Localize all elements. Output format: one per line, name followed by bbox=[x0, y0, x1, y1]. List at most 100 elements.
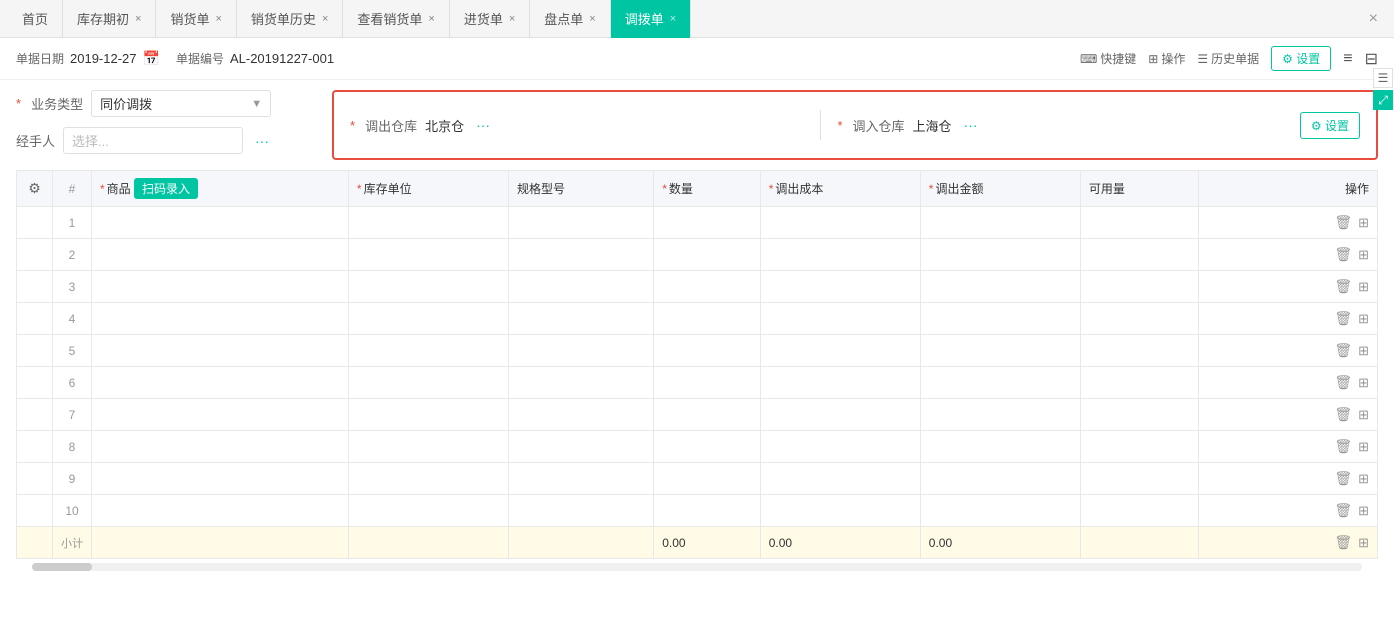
row-qty-cell[interactable] bbox=[654, 431, 761, 463]
row-product-cell[interactable] bbox=[92, 271, 349, 303]
row-product-cell[interactable] bbox=[92, 335, 349, 367]
row-qty-cell[interactable] bbox=[654, 207, 761, 239]
row-copy-icon[interactable]: ⊞ bbox=[1358, 503, 1369, 519]
row-copy-icon[interactable]: ⊞ bbox=[1358, 375, 1369, 391]
row-spec-cell bbox=[509, 399, 654, 431]
biz-type-select[interactable]: 同价调拨 ▼ bbox=[91, 90, 271, 117]
row-copy-icon[interactable]: ⊞ bbox=[1358, 279, 1369, 295]
subtotal-del-icon[interactable]: 🗑 bbox=[1334, 534, 1352, 551]
row-cost-cell bbox=[760, 335, 920, 367]
row-product-cell[interactable] bbox=[92, 239, 349, 271]
table-row: 1 🗑 ⊞ bbox=[17, 207, 1378, 239]
sidebar-expand-icon[interactable]: ⤢ bbox=[1373, 90, 1393, 110]
row-amount-cell bbox=[920, 239, 1080, 271]
tab-view-sales[interactable]: 查看销货单 × bbox=[343, 0, 449, 38]
operations-btn[interactable]: ⊞ 操作 bbox=[1148, 50, 1185, 67]
row-qty-cell[interactable] bbox=[654, 367, 761, 399]
table-gear-icon[interactable]: ⚙ bbox=[28, 180, 41, 196]
row-qty-cell[interactable] bbox=[654, 271, 761, 303]
scroll-bar[interactable] bbox=[32, 563, 1362, 571]
tab-purchase[interactable]: 进货单 × bbox=[450, 0, 530, 38]
row-product-cell[interactable] bbox=[92, 207, 349, 239]
tab-stocktake[interactable]: 盘点单 × bbox=[530, 0, 610, 38]
in-wh-more-btn[interactable]: ··· bbox=[964, 117, 978, 133]
tab-close-view-sales[interactable]: × bbox=[428, 13, 434, 25]
row-available-cell bbox=[1080, 399, 1198, 431]
row-copy-icon[interactable]: ⊞ bbox=[1358, 407, 1369, 423]
row-product-cell[interactable] bbox=[92, 463, 349, 495]
row-qty-cell[interactable] bbox=[654, 303, 761, 335]
out-warehouse-group: * 调出仓库 北京仓 ··· bbox=[350, 116, 804, 135]
tab-sales-order[interactable]: 销货单 × bbox=[156, 0, 236, 38]
row-del-icon[interactable]: 🗑 bbox=[1334, 310, 1352, 327]
col-gear[interactable]: ⚙ bbox=[17, 171, 53, 207]
row-num-cell: 2 bbox=[53, 239, 92, 271]
gear-settings-button[interactable]: ⚙ 设置 bbox=[1300, 112, 1360, 139]
settings-button[interactable]: ⚙ 设置 bbox=[1271, 46, 1331, 71]
shortcuts-btn[interactable]: ⌨ 快捷键 bbox=[1080, 50, 1136, 67]
table-row: 2 🗑 ⊞ bbox=[17, 239, 1378, 271]
row-gear-cell bbox=[17, 367, 53, 399]
tab-sales-history[interactable]: 销货单历史 × bbox=[237, 0, 343, 38]
out-wh-required: * bbox=[350, 118, 355, 133]
row-product-cell[interactable] bbox=[92, 303, 349, 335]
handler-more-btn[interactable]: ··· bbox=[255, 133, 269, 149]
row-ops-cell: 🗑 ⊞ bbox=[1199, 399, 1378, 431]
tab-home[interactable]: 首页 bbox=[8, 0, 63, 38]
subtotal-unit-cell bbox=[348, 527, 508, 559]
row-del-icon[interactable]: 🗑 bbox=[1334, 214, 1352, 231]
row-product-cell[interactable] bbox=[92, 399, 349, 431]
row-gear-cell bbox=[17, 431, 53, 463]
row-del-icon[interactable]: 🗑 bbox=[1334, 342, 1352, 359]
calendar-icon[interactable]: 📅 bbox=[143, 50, 160, 67]
tab-close-stocktake[interactable]: × bbox=[589, 13, 595, 25]
row-ops-cell: 🗑 ⊞ bbox=[1199, 495, 1378, 527]
row-product-cell[interactable] bbox=[92, 431, 349, 463]
handler-select[interactable]: 选择... bbox=[63, 127, 243, 154]
row-qty-cell[interactable] bbox=[654, 463, 761, 495]
layout-icon[interactable]: ≡ bbox=[1343, 50, 1352, 68]
close-all-tabs[interactable]: × bbox=[1361, 10, 1386, 28]
row-copy-icon[interactable]: ⊞ bbox=[1358, 311, 1369, 327]
row-copy-icon[interactable]: ⊞ bbox=[1358, 471, 1369, 487]
tab-transfer[interactable]: 调拨单 × bbox=[611, 0, 691, 38]
history-icon: ☰ bbox=[1197, 52, 1208, 66]
tab-inventory-init[interactable]: 库存期初 × bbox=[63, 0, 156, 38]
row-product-cell[interactable] bbox=[92, 495, 349, 527]
out-wh-more-btn[interactable]: ··· bbox=[476, 117, 490, 133]
row-del-icon[interactable]: 🗑 bbox=[1334, 278, 1352, 295]
handler-label: 经手人 bbox=[16, 131, 55, 150]
row-copy-icon[interactable]: ⊞ bbox=[1358, 247, 1369, 263]
row-gear-cell bbox=[17, 495, 53, 527]
row-gear-cell bbox=[17, 239, 53, 271]
subtotal-copy-icon[interactable]: ⊞ bbox=[1358, 535, 1369, 551]
row-product-cell[interactable] bbox=[92, 367, 349, 399]
row-qty-cell[interactable] bbox=[654, 335, 761, 367]
tab-close-inventory-init[interactable]: × bbox=[135, 13, 141, 25]
col-row-num: # bbox=[53, 171, 92, 207]
row-qty-cell[interactable] bbox=[654, 399, 761, 431]
row-del-icon[interactable]: 🗑 bbox=[1334, 438, 1352, 455]
row-unit-cell bbox=[348, 271, 508, 303]
sidebar-list-icon[interactable]: ☰ bbox=[1373, 68, 1393, 88]
history-btn[interactable]: ☰ 历史单据 bbox=[1197, 50, 1259, 67]
tab-close-purchase[interactable]: × bbox=[509, 13, 515, 25]
scan-input-btn[interactable]: 扫码录入 bbox=[134, 178, 198, 199]
tab-close-sales-history[interactable]: × bbox=[322, 13, 328, 25]
row-copy-icon[interactable]: ⊞ bbox=[1358, 215, 1369, 231]
row-qty-cell[interactable] bbox=[654, 495, 761, 527]
row-qty-cell[interactable] bbox=[654, 239, 761, 271]
tab-close-sales-order[interactable]: × bbox=[215, 13, 221, 25]
row-ops-cell: 🗑 ⊞ bbox=[1199, 271, 1378, 303]
row-copy-icon[interactable]: ⊞ bbox=[1358, 439, 1369, 455]
tab-close-transfer[interactable]: × bbox=[670, 13, 676, 25]
in-wh-required: * bbox=[837, 118, 842, 133]
row-del-icon[interactable]: 🗑 bbox=[1334, 502, 1352, 519]
table-row: 6 🗑 ⊞ bbox=[17, 367, 1378, 399]
row-del-icon[interactable]: 🗑 bbox=[1334, 470, 1352, 487]
row-copy-icon[interactable]: ⊞ bbox=[1358, 343, 1369, 359]
row-available-cell bbox=[1080, 207, 1198, 239]
row-del-icon[interactable]: 🗑 bbox=[1334, 406, 1352, 423]
row-del-icon[interactable]: 🗑 bbox=[1334, 246, 1352, 263]
row-del-icon[interactable]: 🗑 bbox=[1334, 374, 1352, 391]
